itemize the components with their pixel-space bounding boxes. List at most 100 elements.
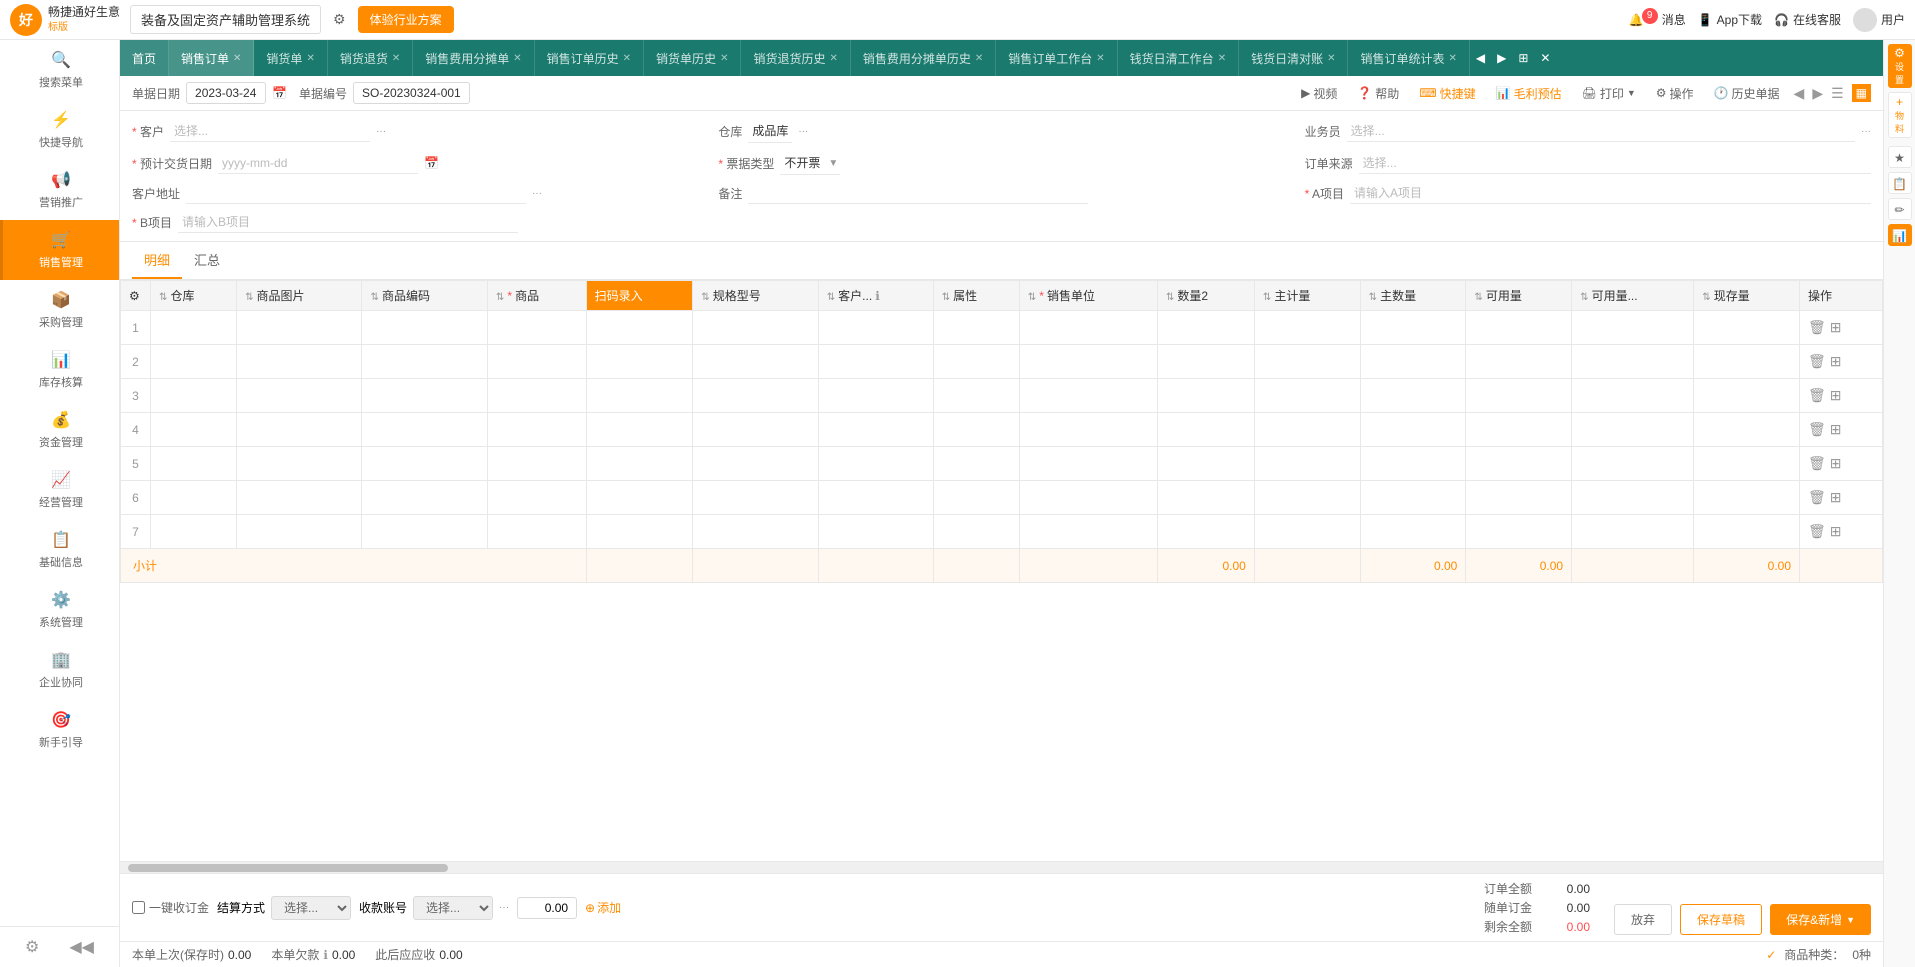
row-customer-code[interactable] [818,481,933,515]
tab-sales-order-stats[interactable]: 销售订单统计表 ✕ [1348,40,1469,76]
row-current-stock[interactable] [1694,311,1800,345]
history-btn[interactable]: 🕐 历史单据 [1708,83,1786,104]
row-attributes[interactable] [933,311,1019,345]
row-attributes[interactable] [933,515,1019,549]
row-product[interactable] [487,311,586,345]
sidebar-item-quick[interactable]: ⚡ 快捷导航 [0,100,119,160]
row-product-code[interactable] [362,515,487,549]
copy-icon[interactable]: ⊞ [1830,523,1842,540]
tab-sales-goods-history[interactable]: 销货单历史 ✕ [644,40,741,76]
row-product[interactable] [487,413,586,447]
row-available2[interactable] [1572,481,1694,515]
row-product-code[interactable] [362,311,487,345]
col-available[interactable]: ⇅ 可用量 [1466,281,1572,311]
row-main-unit[interactable] [1254,345,1360,379]
row-scan-input[interactable] [586,345,693,379]
payment-method-select[interactable]: 选择... [271,896,351,920]
tab-sales-goods[interactable]: 销货单 ✕ [254,40,327,76]
row-available2[interactable] [1572,413,1694,447]
row-product-image[interactable] [237,413,362,447]
row-qty2[interactable] [1157,481,1254,515]
customer-input[interactable] [170,121,370,142]
tab-next-arrow[interactable]: ▶ [1491,51,1512,65]
row-sales-unit[interactable] [1019,345,1157,379]
delivery-date-input[interactable] [218,153,418,174]
sidebar-item-purchase[interactable]: 📦 采购管理 [0,280,119,340]
settings-icon[interactable]: ⚙ [329,7,350,32]
discard-button[interactable]: 放弃 [1614,904,1672,935]
row-qty2[interactable] [1157,447,1254,481]
tab-close-icon[interactable]: ✕ [1218,53,1226,64]
copy-icon[interactable]: ⊞ [1830,319,1842,336]
date-value[interactable]: 2023-03-24 [186,82,266,104]
col-main-qty[interactable]: ⇅ 主数量 [1360,281,1466,311]
col-warehouse[interactable]: ⇅ 仓库 [151,281,237,311]
row-warehouse[interactable] [151,311,237,345]
row-product-image[interactable] [237,481,362,515]
copy-icon[interactable]: ⊞ [1830,421,1842,438]
tab-summary[interactable]: 汇总 [182,242,232,279]
row-main-qty[interactable] [1360,413,1466,447]
row-qty2[interactable] [1157,515,1254,549]
tab-home[interactable]: 首页 [120,40,169,76]
sidebar-item-operations[interactable]: 📈 经营管理 [0,460,119,520]
row-available[interactable] [1466,515,1572,549]
icon-btn-4[interactable]: 📊 [1888,224,1912,246]
row-main-qty[interactable] [1360,481,1466,515]
tab-expand-icon[interactable]: ⊞ [1512,51,1534,65]
tab-close-icon[interactable]: ✕ [1096,53,1104,64]
tab-sales-return-history[interactable]: 销货退货历史 ✕ [741,40,850,76]
icon-btn-3[interactable]: ✏ [1888,198,1912,220]
shortcut-btn[interactable]: ⌨ 快捷键 [1413,83,1481,104]
row-available2[interactable] [1572,345,1694,379]
col-product-code[interactable]: ⇅ 商品编码 [362,281,487,311]
row-product-code[interactable] [362,345,487,379]
row-product-code[interactable] [362,447,487,481]
tab-sales-return[interactable]: 销货退货 ✕ [328,40,413,76]
col-scan-input[interactable]: 扫码录入 [586,281,693,311]
row-available2[interactable] [1572,447,1694,481]
row-customer-code[interactable] [818,379,933,413]
tab-sales-fee-split-history[interactable]: 销售费用分摊单历史 ✕ [851,40,996,76]
row-qty2[interactable] [1157,379,1254,413]
tab-close-icon[interactable]: ✕ [392,53,400,64]
tab-sales-order-workbench[interactable]: 销售订单工作台 ✕ [996,40,1117,76]
row-current-stock[interactable] [1694,515,1800,549]
payment-account-select[interactable]: 选择... [413,896,493,920]
one-click-label[interactable]: 一键收订金 [132,899,209,916]
b-project-input[interactable] [178,212,518,233]
profit-btn[interactable]: 📊 毛利预估 [1490,83,1568,104]
table-view-icon[interactable]: ▦ [1852,84,1871,102]
row-main-qty[interactable] [1360,379,1466,413]
row-attributes[interactable] [933,345,1019,379]
row-available[interactable] [1466,311,1572,345]
nav-prev-icon[interactable]: ◀ [1794,85,1805,102]
save-draft-button[interactable]: 保存草稿 [1680,904,1762,935]
row-scan-input[interactable] [586,447,693,481]
tab-detail[interactable]: 明细 [132,242,182,279]
nav-next-icon[interactable]: ▶ [1812,85,1823,102]
tab-sales-order[interactable]: 销售订单 ✕ [169,40,254,76]
row-product[interactable] [487,345,586,379]
order-source-input[interactable] [1359,153,1871,174]
sidebar-item-search[interactable]: 🔍 搜索菜单 [0,40,119,100]
horizontal-scrollbar[interactable] [120,861,1883,873]
row-warehouse[interactable] [151,515,237,549]
row-main-qty[interactable] [1360,345,1466,379]
help-btn[interactable]: ❓ 帮助 [1351,83,1405,104]
tab-credit-daily-reconcile[interactable]: 钱货日清对账 ✕ [1239,40,1348,76]
row-spec-model[interactable] [693,515,818,549]
tab-close-icon[interactable]: ✕ [720,53,728,64]
col-customer-code[interactable]: ⇅ 客户... ℹ [818,281,933,311]
row-customer-code[interactable] [818,311,933,345]
row-scan-input[interactable] [586,311,693,345]
number-value[interactable]: SO-20230324-001 [353,82,470,104]
row-qty2[interactable] [1157,345,1254,379]
row-current-stock[interactable] [1694,447,1800,481]
row-available[interactable] [1466,379,1572,413]
grid-view-icon[interactable]: ☰ [1831,85,1844,102]
row-warehouse[interactable] [151,345,237,379]
col-attributes[interactable]: ⇅ 属性 [933,281,1019,311]
tab-close-icon[interactable]: ✕ [829,53,837,64]
row-available2[interactable] [1572,311,1694,345]
